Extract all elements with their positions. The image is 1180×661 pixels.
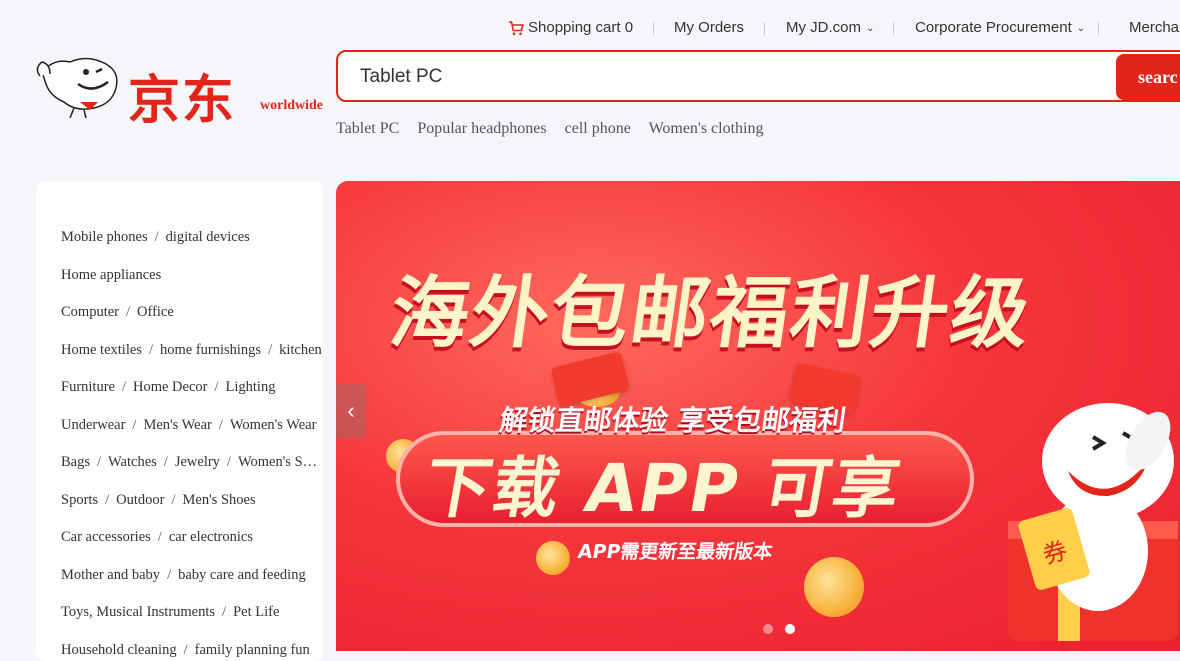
- promo-banner[interactable]: 海外包邮福利升级 解锁直邮体验 享受包邮福利 下载 APP 可享 APP需更新至…: [336, 181, 1180, 651]
- my-orders-link[interactable]: My Orders: [674, 4, 744, 52]
- shopping-cart-link[interactable]: Shopping cart 0: [508, 4, 633, 52]
- banner-headline: 海外包邮福利升级: [384, 269, 1038, 359]
- category-row[interactable]: Mother and baby / baby care and feeding: [61, 557, 323, 595]
- category-link[interactable]: Outdoor: [116, 492, 164, 508]
- divider: [893, 22, 894, 36]
- category-link[interactable]: Mother and baby: [61, 567, 160, 583]
- banner-note: APP需更新至最新版本: [576, 541, 774, 563]
- category-link[interactable]: Household cleaning: [61, 642, 177, 658]
- carousel-prev-button[interactable]: ‹: [336, 384, 366, 438]
- category-link[interactable]: Pet Life: [233, 604, 279, 620]
- cart-label: Shopping cart 0: [528, 19, 634, 36]
- category-link[interactable]: Toys, Musical Instruments: [61, 604, 215, 620]
- category-link[interactable]: home furnishings: [160, 342, 261, 358]
- category-row[interactable]: Underwear / Men's Wear / Women's Wear: [61, 407, 323, 445]
- category-link[interactable]: baby care and feeding: [178, 567, 306, 583]
- category-link[interactable]: Women's Shoes: [238, 454, 323, 470]
- category-row[interactable]: Home appliances: [61, 257, 323, 295]
- my-jd-menu[interactable]: My JD.com ⌄: [786, 4, 874, 52]
- merchant-link[interactable]: Mercha: [1129, 4, 1179, 52]
- category-link[interactable]: kitchen: [279, 342, 322, 358]
- category-row[interactable]: Bags / Watches / Jewelry / Women's Shoes: [61, 444, 323, 482]
- my-jd-label: My JD.com: [786, 19, 861, 36]
- category-link[interactable]: Men's Shoes: [182, 492, 255, 508]
- brand-tagline: worldwide: [260, 98, 323, 113]
- category-row[interactable]: Home textiles / home furnishings / kitchen: [61, 332, 323, 370]
- chevron-down-icon: ⌄: [1076, 23, 1086, 34]
- top-navigation-bar: Shopping cart 0 My Orders My JD.com ⌄ Cor…: [0, 4, 1180, 52]
- category-link[interactable]: Watches: [108, 454, 157, 470]
- category-row[interactable]: Toys, Musical Instruments / Pet Life: [61, 594, 323, 632]
- carousel-dot-active[interactable]: [785, 624, 795, 634]
- category-link[interactable]: Lighting: [226, 379, 276, 395]
- divider: [1098, 22, 1099, 36]
- category-link[interactable]: Women's Wear: [230, 417, 317, 433]
- category-link[interactable]: Jewelry: [175, 454, 220, 470]
- category-row[interactable]: Furniture / Home Decor / Lighting: [61, 369, 323, 407]
- category-link[interactable]: Sports: [61, 492, 98, 508]
- category-link[interactable]: Home appliances: [61, 267, 161, 283]
- category-row[interactable]: Sports / Outdoor / Men's Shoes: [61, 482, 323, 520]
- coin-decoration: [536, 541, 570, 575]
- hot-search-terms: Tablet PC Popular headphones cell phone …: [336, 120, 777, 138]
- category-link[interactable]: Car accessories: [61, 529, 151, 545]
- search-input[interactable]: [358, 62, 1102, 92]
- mascot-logo-icon: [36, 57, 118, 118]
- category-link[interactable]: Computer: [61, 304, 119, 320]
- category-link[interactable]: Men's Wear: [143, 417, 211, 433]
- hot-term[interactable]: cell phone: [565, 120, 631, 137]
- hot-term[interactable]: Tablet PC: [336, 120, 399, 137]
- category-link[interactable]: Home textiles: [61, 342, 142, 358]
- banner-subheadline: 解锁直邮体验 享受包邮福利: [497, 404, 848, 437]
- category-sidebar: Mobile phones / digital devices Home appli…: [36, 181, 323, 661]
- carousel-dot[interactable]: [763, 624, 773, 634]
- mascot-illustration: 券: [1008, 403, 1178, 641]
- category-link[interactable]: Furniture: [61, 379, 115, 395]
- hot-term[interactable]: Women's clothing: [649, 120, 764, 137]
- brand-wordmark: 京东: [128, 71, 237, 131]
- category-row[interactable]: Car accessories / car electronics: [61, 519, 323, 557]
- corporate-procurement-menu[interactable]: Corporate Procurement ⌄: [915, 4, 1085, 52]
- hot-term[interactable]: Popular headphones: [417, 120, 546, 137]
- category-link[interactable]: Underwear: [61, 417, 125, 433]
- chevron-left-icon: ‹: [347, 398, 355, 423]
- cart-icon: [509, 20, 524, 35]
- corporate-procurement-label: Corporate Procurement: [915, 19, 1072, 36]
- divider: [653, 22, 654, 36]
- category-link[interactable]: Home Decor: [133, 379, 207, 395]
- chevron-down-icon: ⌄: [866, 23, 875, 34]
- download-app-text: 下载 APP 可享: [418, 450, 908, 527]
- search-bar: searc: [336, 50, 1180, 102]
- category-link[interactable]: Office: [137, 304, 174, 320]
- category-link[interactable]: car electronics: [169, 529, 253, 545]
- carousel-dots: [763, 621, 807, 639]
- jd-logo[interactable]: 京东 worldwide: [36, 52, 336, 131]
- category-link[interactable]: Bags: [61, 454, 90, 470]
- category-row[interactable]: Household cleaning / family planning fun: [61, 632, 323, 661]
- divider: [764, 22, 765, 36]
- category-link[interactable]: digital devices: [166, 229, 250, 245]
- category-row[interactable]: Computer / Office: [61, 294, 323, 332]
- category-link[interactable]: family planning fun: [195, 642, 310, 658]
- category-row[interactable]: Mobile phones / digital devices: [61, 219, 323, 257]
- category-link[interactable]: Mobile phones: [61, 229, 148, 245]
- coin-decoration: [804, 557, 864, 617]
- search-button[interactable]: searc: [1116, 54, 1180, 100]
